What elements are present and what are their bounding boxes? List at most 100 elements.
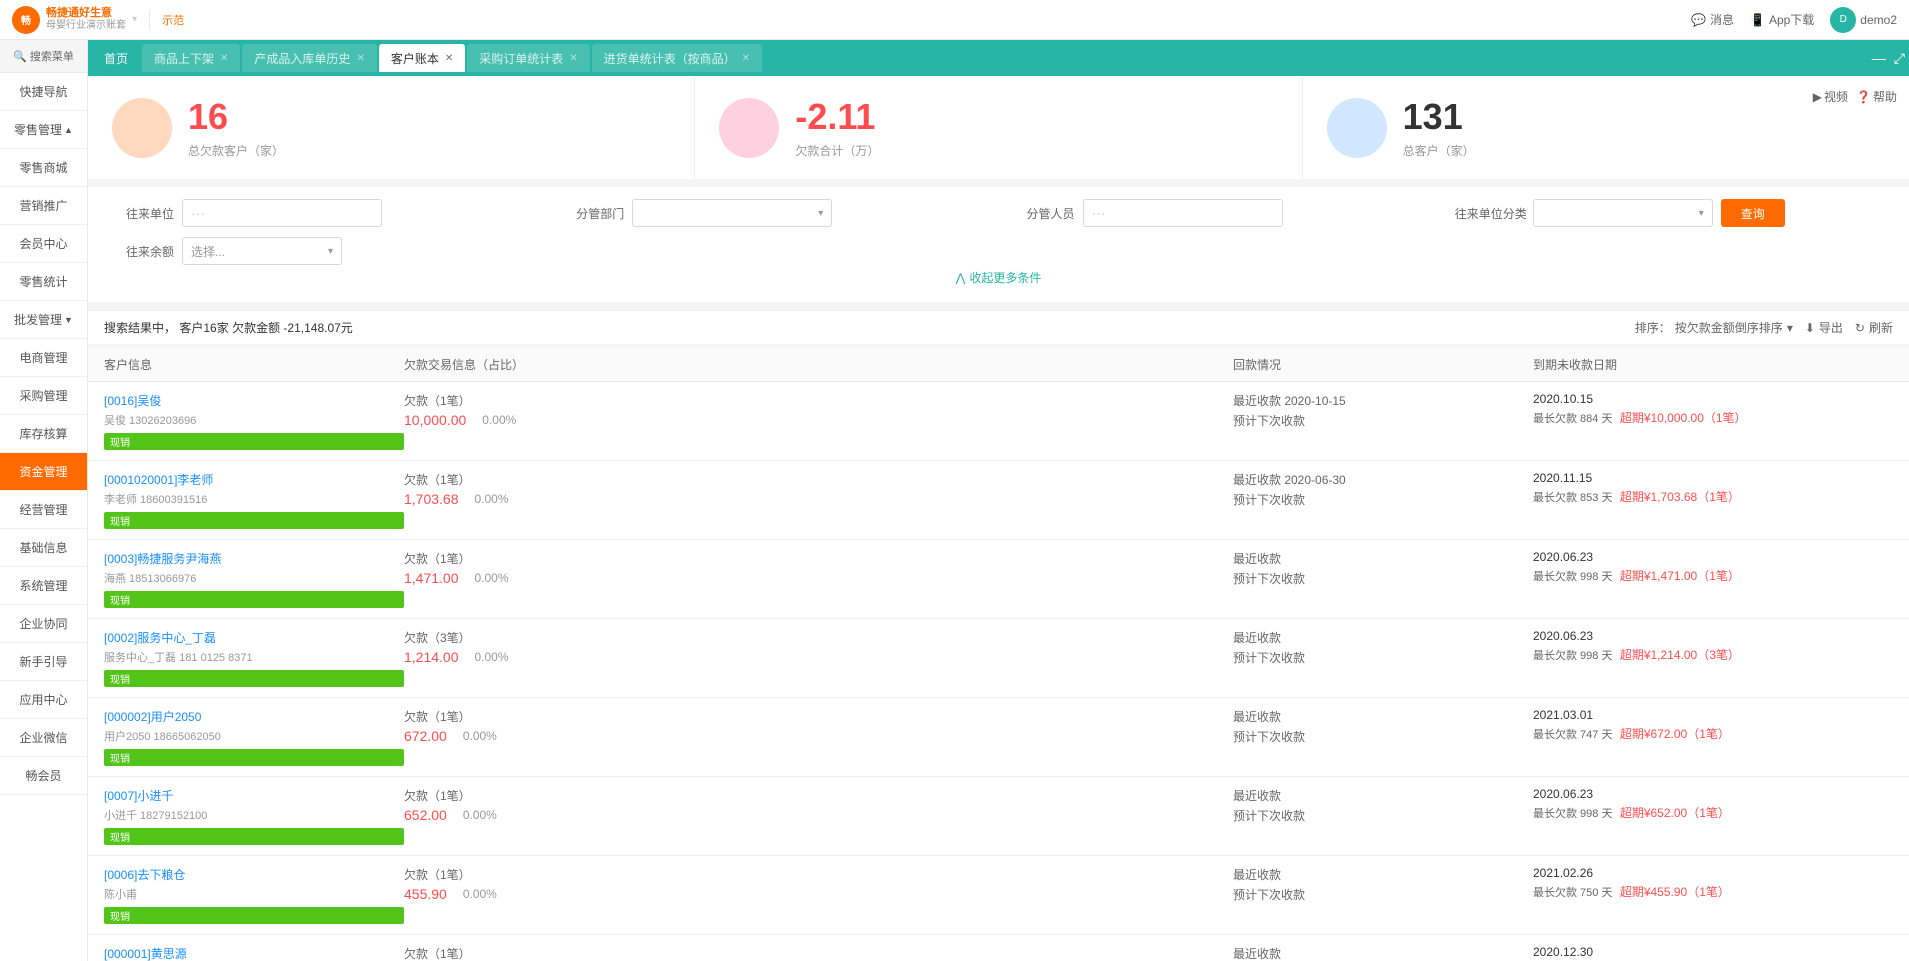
overdue-link-1[interactable]: 超期¥1,703.68（1笔） (1620, 490, 1740, 504)
export-icon: ⬇ (1805, 321, 1815, 335)
stat-actions: ▶ 视频 ❓ 帮助 (1813, 88, 1897, 105)
tab-collapse-icon[interactable]: — (1872, 50, 1886, 66)
sidebar-item-marketing[interactable]: 营销推广 (0, 187, 87, 225)
tab-product-inbound[interactable]: 产成品入库单历史 ✕ (242, 44, 376, 72)
sidebar-item-retail-mgmt[interactable]: 零售管理 ▲ (0, 111, 87, 149)
download-icon: 📱 (1750, 13, 1765, 27)
manager-label: 分管人员 (1005, 205, 1075, 222)
overdue-days-3: 最长欠款 998 天 (1533, 650, 1612, 662)
help-btn[interactable]: ❓ 帮助 (1856, 88, 1897, 105)
latest-collection-2: 最近收款 (1233, 550, 1533, 567)
collection-info-6: 最近收款 预计下次收款 (1233, 866, 1533, 903)
sidebar-item-app-center[interactable]: 应用中心 (0, 681, 87, 719)
customer-name-2[interactable]: [0003]畅捷服务尹海燕 (104, 550, 404, 567)
tab-inbound-stat-close[interactable]: ✕ (742, 53, 750, 64)
customer-name-6[interactable]: [0006]去下粮仓 (104, 866, 404, 883)
filter-section: 往来单位 ··· 分管部门 ▾ 分管人员 (88, 187, 1909, 302)
tab-purchase-order[interactable]: 采购订单统计表 ✕ (467, 44, 589, 72)
debt-info-3: 欠款（3笔） 1,214.00 0.00% (404, 629, 1233, 665)
customer-tag-2: 现销 (104, 591, 404, 608)
message-btn[interactable]: 💬 消息 (1691, 11, 1734, 28)
overdue-link-6[interactable]: 超期¥455.90（1笔） (1620, 885, 1730, 899)
sidebar-item-ecommerce[interactable]: 电商管理 (0, 339, 87, 377)
sidebar-item-enterprise-wx[interactable]: 企业微信 (0, 719, 87, 757)
tab-inbound-stat[interactable]: 进货单统计表（按商品） ✕ (592, 44, 762, 72)
overdue-link-4[interactable]: 超期¥672.00（1笔） (1620, 727, 1730, 741)
overdue-date-2: 2020.06.23 (1533, 550, 1893, 564)
customer-name-5[interactable]: [0007]小进千 (104, 787, 404, 804)
app-name: 畅捷通好生意 (46, 7, 126, 20)
tab-product-offline[interactable]: 商品上下架 ✕ (142, 44, 240, 72)
refresh-btn[interactable]: ↻ 刷新 (1855, 319, 1893, 336)
debt-amount-0: 10,000.00 (404, 412, 466, 428)
debt-count-1: 欠款（1笔） (404, 471, 1233, 488)
theme-link[interactable]: 示范 (162, 12, 184, 28)
logo-area: 畅 畅捷通好生意 母婴行业演示账套 ▾ (12, 6, 137, 34)
tab-expand-icon[interactable]: ⤢ (1894, 50, 1905, 67)
th-overdue-date: 到期未收款日期 (1533, 356, 1893, 373)
sidebar-item-member[interactable]: 会员中心 (0, 225, 87, 263)
sidebar-item-inventory[interactable]: 库存核算 (0, 415, 87, 453)
user-area[interactable]: D demo2 (1830, 7, 1897, 33)
customer-name-3[interactable]: [0002]服务中心_丁磊 (104, 629, 404, 646)
customer-info-3: [0002]服务中心_丁磊 服务中心_丁磊 181 0125 8371 现销 (104, 629, 404, 687)
tab-home[interactable]: 首页 (92, 44, 140, 72)
th-collection: 回款情况 (1233, 356, 1533, 373)
search-btn[interactable]: 查询 (1721, 199, 1785, 227)
overdue-date-3: 2020.06.23 (1533, 629, 1893, 643)
collection-info-7: 最近收款 预计下次收款 (1233, 945, 1533, 961)
sidebar-item-operation[interactable]: 经营管理 (0, 491, 87, 529)
sidebar-item-retail-store[interactable]: 零售商城 (0, 149, 87, 187)
source-unit-input[interactable]: ··· (182, 199, 382, 227)
overdue-link-5[interactable]: 超期¥652.00（1笔） (1620, 806, 1730, 820)
stat-debt-total-number: -2.11 (795, 96, 879, 138)
help-label: 帮助 (1873, 88, 1897, 105)
sidebar-search[interactable]: 🔍 搜索菜单 (0, 40, 87, 73)
app-download-btn[interactable]: 📱 App下载 (1750, 11, 1814, 28)
overdue-link-0[interactable]: 超期¥10,000.00（1笔） (1620, 411, 1747, 425)
video-icon: ▶ (1813, 90, 1822, 104)
overdue-days-4: 最长欠款 747 天 (1533, 729, 1612, 741)
tab-product-offline-close[interactable]: ✕ (220, 53, 228, 64)
stat-card-debt-total: -2.11 欠款合计（万） (695, 76, 1302, 179)
balance-select[interactable]: 选择... ▾ (182, 237, 342, 265)
sidebar-item-batch-mgmt[interactable]: 批发管理 ▼ (0, 301, 87, 339)
latest-collection-5: 最近收款 (1233, 787, 1533, 804)
sidebar-item-system[interactable]: 系统管理 (0, 567, 87, 605)
customer-name-1[interactable]: [0001020001]李老师 (104, 471, 404, 488)
customer-info-6: [0006]去下粮仓 陈小甫 现销 (104, 866, 404, 924)
avatar: D (1830, 7, 1856, 33)
video-btn[interactable]: ▶ 视频 (1813, 88, 1848, 105)
tab-product-inbound-close[interactable]: ✕ (356, 53, 364, 64)
sidebar-item-nav[interactable]: 快捷导航 (0, 73, 87, 111)
collapse-label: 收起更多条件 (969, 269, 1041, 286)
sidebar-item-enterprise-coop[interactable]: 企业协同 (0, 605, 87, 643)
customer-name-7[interactable]: [000001]黄思源 (104, 945, 404, 961)
customer-name-0[interactable]: [0016]吴俊 (104, 392, 404, 409)
sidebar-item-finance[interactable]: 资金管理 (0, 453, 87, 491)
unit-class-select[interactable]: ▾ (1533, 199, 1713, 227)
results-amount-value: -21,148.07元 (283, 321, 352, 335)
sidebar-item-newbie[interactable]: 新手引导 (0, 643, 87, 681)
overdue-link-3[interactable]: 超期¥1,214.00（3笔） (1620, 648, 1740, 662)
tab-purchase-order-close[interactable]: ✕ (569, 53, 577, 64)
customer-tag-4: 现销 (104, 749, 404, 766)
sidebar-item-purchase[interactable]: 采购管理 (0, 377, 87, 415)
manager-input[interactable]: ··· (1083, 199, 1283, 227)
tab-customer-account-close[interactable]: ✕ (445, 53, 453, 64)
sidebar-item-member-vip[interactable]: 畅会员 (0, 757, 87, 795)
customer-name-4[interactable]: [000002]用户2050 (104, 708, 404, 725)
overdue-link-2[interactable]: 超期¥1,471.00（1笔） (1620, 569, 1740, 583)
stat-total-customers-label: 总客户（家） (1403, 142, 1475, 159)
customer-info-1: [0001020001]李老师 李老师 18600391516 现销 (104, 471, 404, 529)
dept-select[interactable]: ▾ (632, 199, 832, 227)
debt-percent-3: 0.00% (475, 650, 509, 664)
tab-customer-account[interactable]: 客户账本 ✕ (379, 44, 465, 72)
company-dropdown-icon[interactable]: ▾ (132, 14, 137, 25)
refresh-label: 刷新 (1869, 319, 1893, 336)
overdue-date-1: 2020.11.15 (1533, 471, 1893, 485)
sidebar-item-basic-info[interactable]: 基础信息 (0, 529, 87, 567)
export-btn[interactable]: ⬇ 导出 (1805, 319, 1843, 336)
sidebar-item-retail-stat[interactable]: 零售统计 (0, 263, 87, 301)
collapse-btn[interactable]: ⋀ 收起更多条件 (104, 265, 1893, 290)
